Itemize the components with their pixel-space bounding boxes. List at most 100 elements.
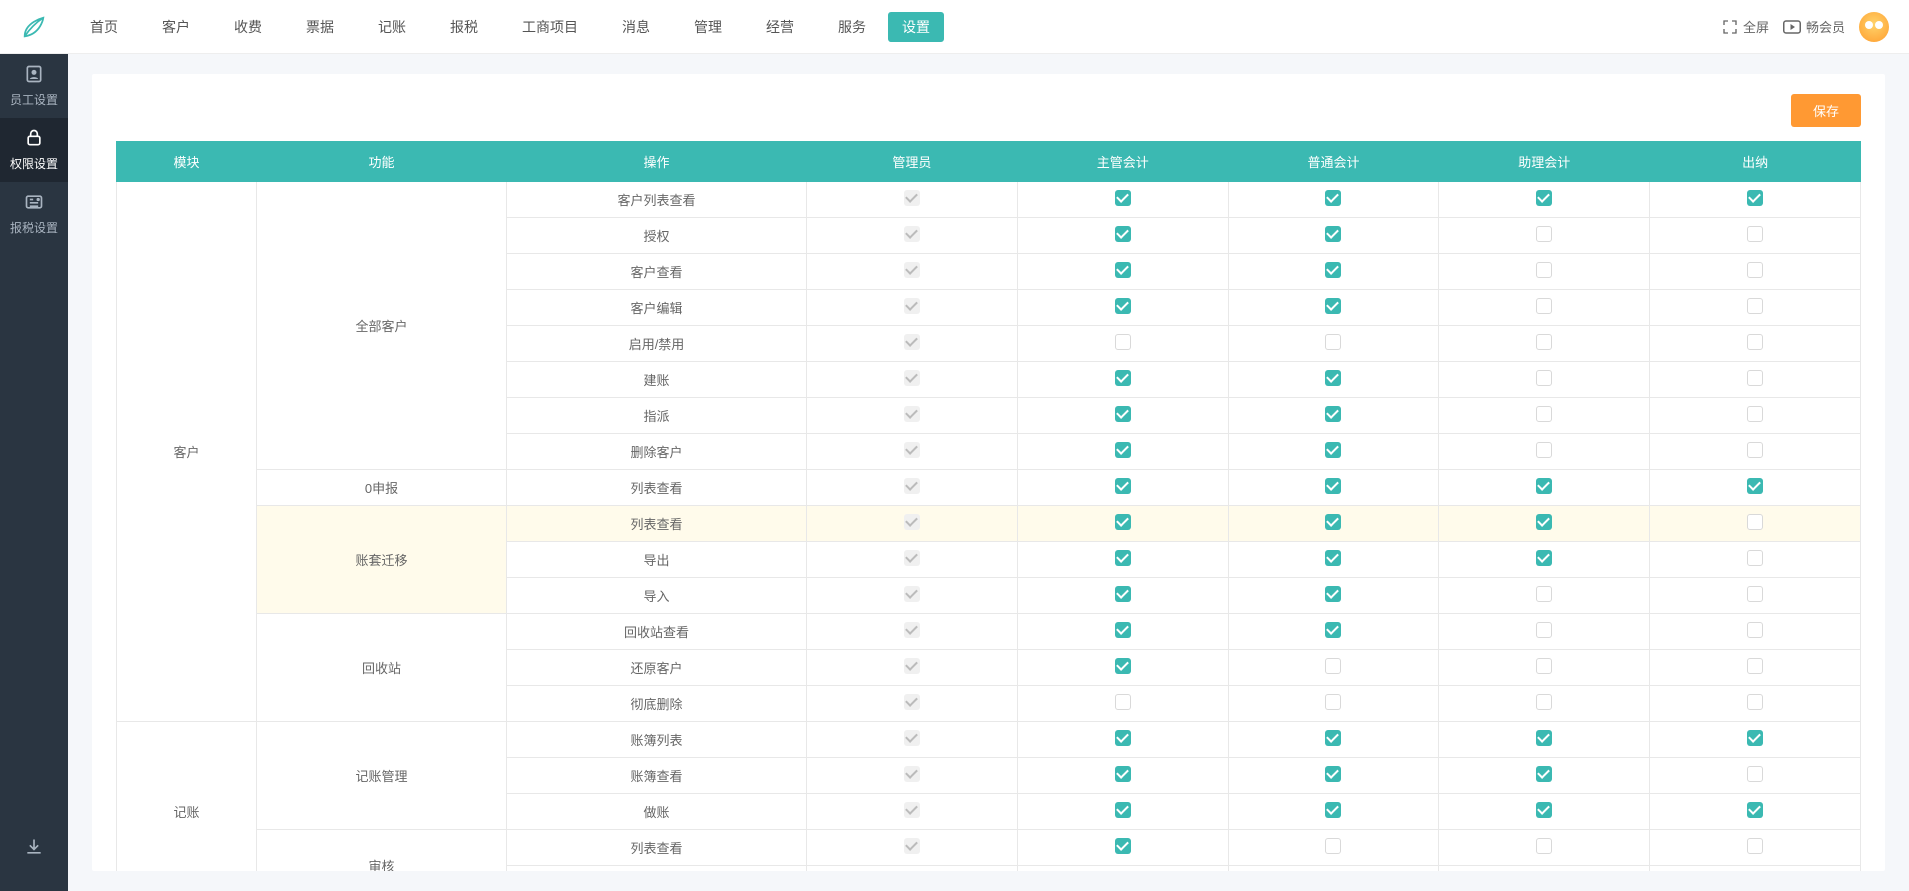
checkbox[interactable]	[1325, 190, 1341, 206]
checkbox[interactable]	[1325, 838, 1341, 854]
checkbox[interactable]	[1747, 334, 1763, 350]
checkbox[interactable]	[1325, 622, 1341, 638]
checkbox[interactable]	[1747, 730, 1763, 746]
checkbox[interactable]	[1536, 370, 1552, 386]
checkbox[interactable]	[1536, 190, 1552, 206]
checkbox[interactable]	[1325, 370, 1341, 386]
checkbox[interactable]	[1747, 694, 1763, 710]
checkbox[interactable]	[1536, 550, 1552, 566]
checkbox[interactable]	[1536, 622, 1552, 638]
checkbox[interactable]	[1325, 658, 1341, 674]
topbar-right: 全屏 畅会员	[1722, 12, 1889, 42]
checkbox[interactable]	[1747, 262, 1763, 278]
checkbox[interactable]	[1115, 550, 1131, 566]
nav-item-4[interactable]: 记账	[356, 0, 428, 54]
checkbox[interactable]	[1747, 226, 1763, 242]
checkbox[interactable]	[1747, 622, 1763, 638]
checkbox[interactable]	[1536, 406, 1552, 422]
perm-cell	[1439, 794, 1650, 830]
nav-item-11[interactable]: 设置	[888, 12, 944, 42]
checkbox[interactable]	[1115, 658, 1131, 674]
checkbox[interactable]	[1536, 802, 1552, 818]
checkbox[interactable]	[1115, 226, 1131, 242]
checkbox[interactable]	[1115, 802, 1131, 818]
logo[interactable]	[0, 0, 68, 54]
checkbox[interactable]	[1115, 478, 1131, 494]
checkbox[interactable]	[1325, 514, 1341, 530]
checkbox[interactable]	[1325, 730, 1341, 746]
checkbox[interactable]	[1325, 550, 1341, 566]
checkbox[interactable]	[1536, 226, 1552, 242]
checkbox[interactable]	[1747, 478, 1763, 494]
checkbox[interactable]	[1325, 334, 1341, 350]
checkbox[interactable]	[1536, 298, 1552, 314]
nav-item-2[interactable]: 收费	[212, 0, 284, 54]
checkbox[interactable]	[1115, 514, 1131, 530]
checkbox[interactable]	[1115, 298, 1131, 314]
checkbox[interactable]	[1325, 478, 1341, 494]
checkbox[interactable]	[1325, 406, 1341, 422]
checkbox[interactable]	[1115, 838, 1131, 854]
checkbox[interactable]	[1115, 190, 1131, 206]
checkbox[interactable]	[1747, 766, 1763, 782]
table-scroll[interactable]: 模块功能操作管理员主管会计普通会计助理会计出纳 客户全部客户客户列表查看授权客户…	[92, 141, 1885, 871]
checkbox[interactable]	[1325, 586, 1341, 602]
checkbox[interactable]	[1536, 694, 1552, 710]
download-button[interactable]	[0, 823, 68, 871]
member-button[interactable]: 畅会员	[1783, 17, 1845, 36]
nav-item-1[interactable]: 客户	[140, 0, 212, 54]
nav-item-8[interactable]: 管理	[672, 0, 744, 54]
sidebar-item-2[interactable]: 报税设置	[0, 182, 68, 246]
nav-item-6[interactable]: 工商项目	[500, 0, 600, 54]
nav-item-10[interactable]: 服务	[816, 0, 888, 54]
checkbox[interactable]	[1747, 190, 1763, 206]
checkbox[interactable]	[1536, 766, 1552, 782]
checkbox[interactable]	[1747, 550, 1763, 566]
checkbox[interactable]	[1747, 586, 1763, 602]
checkbox[interactable]	[1115, 406, 1131, 422]
checkbox[interactable]	[1747, 370, 1763, 386]
checkbox[interactable]	[1536, 334, 1552, 350]
checkbox[interactable]	[1536, 730, 1552, 746]
checkbox[interactable]	[1536, 478, 1552, 494]
checkbox[interactable]	[1747, 514, 1763, 530]
checkbox[interactable]	[1115, 370, 1131, 386]
checkbox[interactable]	[1115, 730, 1131, 746]
checkbox[interactable]	[1115, 442, 1131, 458]
nav-item-7[interactable]: 消息	[600, 0, 672, 54]
checkbox[interactable]	[1115, 334, 1131, 350]
checkbox[interactable]	[1325, 442, 1341, 458]
checkbox[interactable]	[1747, 658, 1763, 674]
checkbox[interactable]	[1115, 586, 1131, 602]
sidebar-item-1[interactable]: 权限设置	[0, 118, 68, 182]
checkbox[interactable]	[1747, 442, 1763, 458]
checkbox[interactable]	[1747, 406, 1763, 422]
checkbox[interactable]	[1747, 802, 1763, 818]
checkbox[interactable]	[1325, 694, 1341, 710]
checkbox[interactable]	[1536, 658, 1552, 674]
fullscreen-button[interactable]: 全屏	[1722, 17, 1769, 36]
nav-item-5[interactable]: 报税	[428, 0, 500, 54]
checkbox[interactable]	[1325, 262, 1341, 278]
checkbox[interactable]	[1325, 298, 1341, 314]
checkbox[interactable]	[1536, 838, 1552, 854]
checkbox[interactable]	[1325, 226, 1341, 242]
nav-item-9[interactable]: 经营	[744, 0, 816, 54]
nav-item-3[interactable]: 票据	[284, 0, 356, 54]
checkbox[interactable]	[1747, 298, 1763, 314]
checkbox[interactable]	[1325, 766, 1341, 782]
avatar[interactable]	[1859, 12, 1889, 42]
nav-item-0[interactable]: 首页	[68, 0, 140, 54]
checkbox[interactable]	[1536, 586, 1552, 602]
checkbox[interactable]	[1536, 442, 1552, 458]
checkbox[interactable]	[1536, 262, 1552, 278]
checkbox[interactable]	[1536, 514, 1552, 530]
save-button[interactable]: 保存	[1791, 94, 1861, 127]
checkbox[interactable]	[1115, 766, 1131, 782]
checkbox[interactable]	[1115, 262, 1131, 278]
checkbox[interactable]	[1115, 622, 1131, 638]
sidebar-item-0[interactable]: 员工设置	[0, 54, 68, 118]
checkbox[interactable]	[1325, 802, 1341, 818]
checkbox[interactable]	[1747, 838, 1763, 854]
checkbox[interactable]	[1115, 694, 1131, 710]
